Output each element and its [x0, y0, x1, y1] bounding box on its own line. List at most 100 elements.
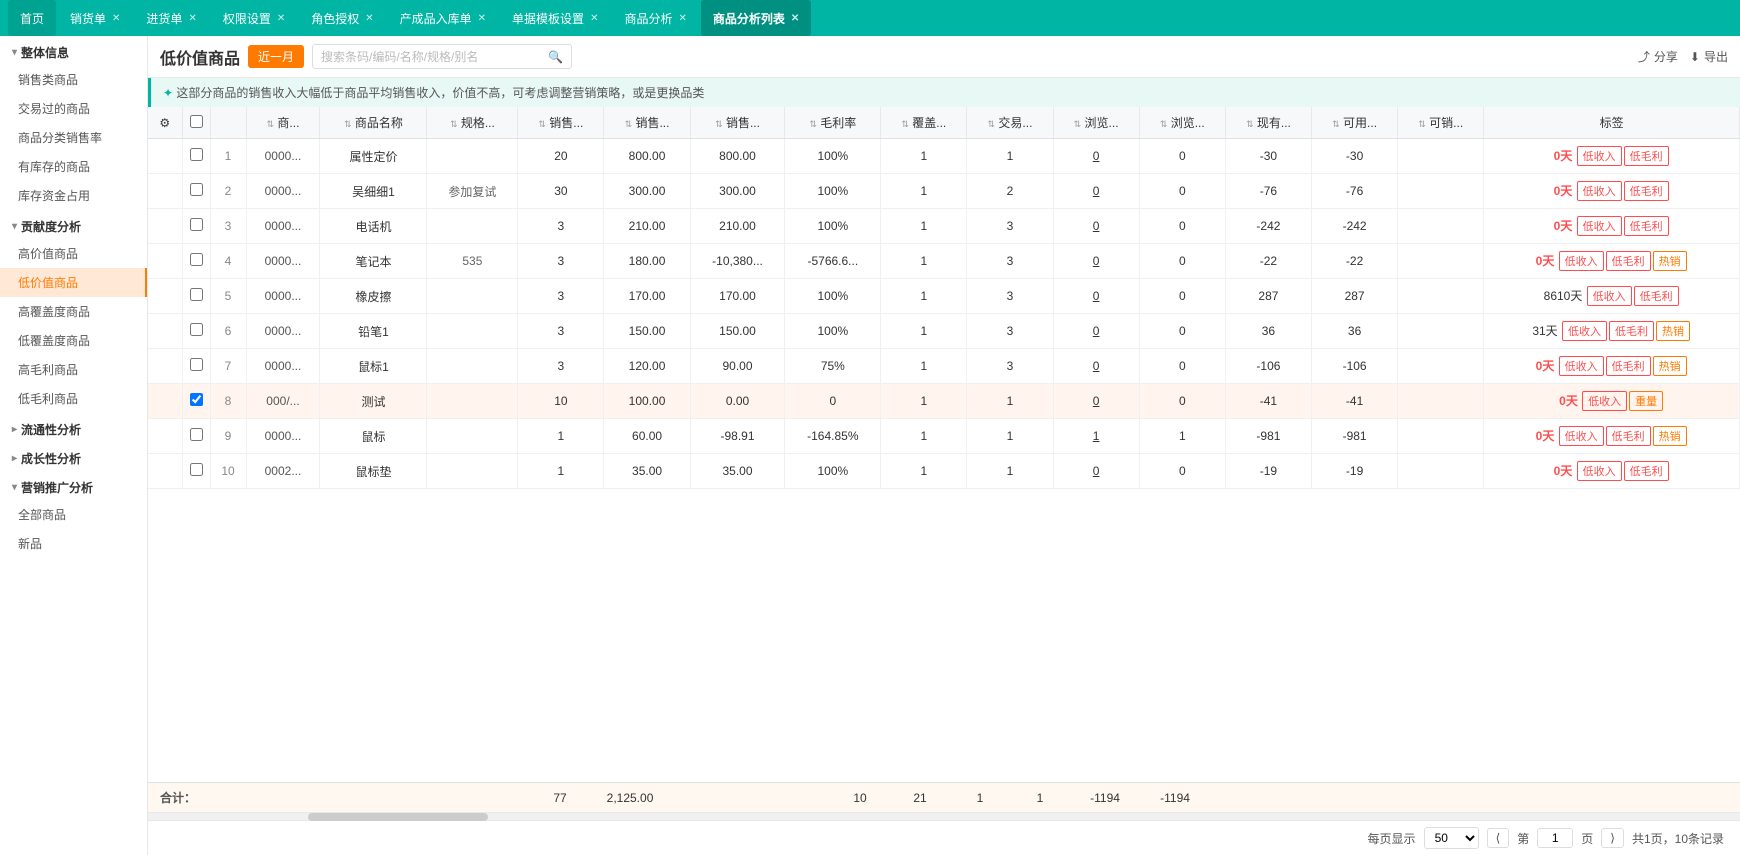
- nav-product-entry[interactable]: 产成品入库单 ✕: [388, 0, 498, 36]
- browse1-value[interactable]: 0: [1093, 219, 1100, 233]
- nav-product-analysis[interactable]: 商品分析 ✕: [612, 0, 698, 36]
- row-checkbox[interactable]: [190, 253, 203, 266]
- code-cell[interactable]: 0000...: [246, 244, 320, 279]
- browse1-cell[interactable]: 0: [1053, 209, 1139, 244]
- browse1-cell[interactable]: 0: [1053, 349, 1139, 384]
- sidebar-group-liquidity[interactable]: ▸ 流通性分析: [0, 413, 147, 442]
- checkbox-cell[interactable]: [182, 244, 210, 279]
- nav-product-analysis-list-close[interactable]: ✕: [791, 13, 799, 24]
- sidebar-group-marketing[interactable]: ▾ 营销推广分析: [0, 471, 147, 500]
- browse1-value[interactable]: 0: [1093, 359, 1100, 373]
- name-cell[interactable]: 铅笔1: [320, 314, 427, 349]
- checkbox-cell[interactable]: [182, 454, 210, 489]
- spec-column-header[interactable]: ⇅ 规格...: [427, 107, 518, 139]
- sidebar-item-inventory-goods[interactable]: 有库存的商品: [0, 152, 147, 181]
- code-column-header[interactable]: ⇅ 商...: [246, 107, 320, 139]
- checkbox-column-header[interactable]: [182, 107, 210, 139]
- sidebar-group-overall[interactable]: ▾ 整体信息: [0, 36, 147, 65]
- sales-profit-column-header[interactable]: ⇅ 销售...: [690, 107, 785, 139]
- code-cell[interactable]: 0000...: [246, 139, 320, 174]
- sidebar-item-high-profit[interactable]: 高毛利商品: [0, 355, 147, 384]
- row-checkbox[interactable]: [190, 148, 203, 161]
- settings-column-header[interactable]: ⚙: [148, 107, 182, 139]
- nav-sales-order-close[interactable]: ✕: [112, 13, 120, 24]
- export-button[interactable]: ⬇ 导出: [1690, 48, 1728, 65]
- checkbox-cell[interactable]: [182, 139, 210, 174]
- row-checkbox[interactable]: [190, 358, 203, 371]
- browse1-cell[interactable]: 0: [1053, 279, 1139, 314]
- nav-role-auth[interactable]: 角色授权 ✕: [299, 0, 385, 36]
- sales-amount-column-header[interactable]: ⇅ 销售...: [604, 107, 690, 139]
- browse1-cell[interactable]: 0: [1053, 174, 1139, 209]
- name-cell[interactable]: 笔记本: [320, 244, 427, 279]
- checkbox-cell[interactable]: [182, 314, 210, 349]
- name-cell[interactable]: 鼠标垫: [320, 454, 427, 489]
- browse1-value[interactable]: 1: [1093, 429, 1100, 443]
- sidebar-item-low-profit[interactable]: 低毛利商品: [0, 384, 147, 413]
- code-cell[interactable]: 000/...: [246, 384, 320, 419]
- browse1-cell[interactable]: 0: [1053, 244, 1139, 279]
- search-icon[interactable]: 🔍: [548, 50, 563, 64]
- nav-product-entry-close[interactable]: ✕: [478, 13, 486, 24]
- nav-role-auth-close[interactable]: ✕: [365, 13, 373, 24]
- nav-sales-order[interactable]: 销货单 ✕: [58, 0, 132, 36]
- nav-permissions-close[interactable]: ✕: [277, 13, 285, 24]
- sidebar-item-new-goods[interactable]: 新品: [0, 529, 147, 558]
- code-cell[interactable]: 0000...: [246, 349, 320, 384]
- browse1-cell[interactable]: 0: [1053, 139, 1139, 174]
- next-page-button[interactable]: ⟩: [1601, 828, 1624, 848]
- nav-permissions[interactable]: 权限设置 ✕: [211, 0, 297, 36]
- name-column-header[interactable]: ⇅ 商品名称: [320, 107, 427, 139]
- nav-home[interactable]: 首页: [8, 0, 56, 36]
- sales-qty-column-header[interactable]: ⇅ 销售...: [518, 107, 604, 139]
- browse2-column-header[interactable]: ⇅ 浏览...: [1139, 107, 1225, 139]
- browse1-value[interactable]: 0: [1093, 394, 1100, 408]
- browse1-value[interactable]: 0: [1093, 149, 1100, 163]
- sidebar-group-growth[interactable]: ▸ 成长性分析: [0, 442, 147, 471]
- name-cell[interactable]: 鼠标: [320, 419, 427, 454]
- select-all-checkbox[interactable]: [190, 115, 203, 128]
- row-checkbox[interactable]: [190, 428, 203, 441]
- code-cell[interactable]: 0000...: [246, 174, 320, 209]
- row-checkbox[interactable]: [190, 323, 203, 336]
- available-column-header[interactable]: ⇅ 可用...: [1312, 107, 1398, 139]
- name-cell[interactable]: 测试: [320, 384, 427, 419]
- filter-recent-month-button[interactable]: 近一月: [248, 45, 304, 68]
- trade-count-column-header[interactable]: ⇅ 交易...: [967, 107, 1053, 139]
- checkbox-cell[interactable]: [182, 279, 210, 314]
- browse1-value[interactable]: 0: [1093, 289, 1100, 303]
- nav-template-settings[interactable]: 单据模板设置 ✕: [500, 0, 610, 36]
- gross-rate-column-header[interactable]: ⇅ 毛利率: [785, 107, 881, 139]
- search-box[interactable]: 搜索条码/编码/名称/规格/别名 🔍: [312, 44, 572, 69]
- browse1-cell[interactable]: 0: [1053, 454, 1139, 489]
- nav-product-analysis-list[interactable]: 商品分析列表 ✕: [701, 0, 811, 36]
- sidebar-item-low-coverage[interactable]: 低覆盖度商品: [0, 326, 147, 355]
- browse1-cell[interactable]: 0: [1053, 314, 1139, 349]
- per-page-select[interactable]: 50 100 200: [1424, 827, 1479, 849]
- nav-purchase-order[interactable]: 进货单 ✕: [134, 0, 208, 36]
- sidebar-item-inventory-capital[interactable]: 库存资金占用: [0, 181, 147, 210]
- coverage-column-header[interactable]: ⇅ 覆盖...: [881, 107, 967, 139]
- browse1-cell[interactable]: 1: [1053, 419, 1139, 454]
- sidebar-item-sales-goods[interactable]: 销售类商品: [0, 65, 147, 94]
- browse1-column-header[interactable]: ⇅ 浏览...: [1053, 107, 1139, 139]
- sidebar-item-category-sales-rate[interactable]: 商品分类销售率: [0, 123, 147, 152]
- nav-product-analysis-close[interactable]: ✕: [678, 13, 686, 24]
- code-cell[interactable]: 0000...: [246, 209, 320, 244]
- browse1-value[interactable]: 0: [1093, 254, 1100, 268]
- name-cell[interactable]: 鼠标1: [320, 349, 427, 384]
- sidebar-item-traded-goods[interactable]: 交易过的商品: [0, 94, 147, 123]
- checkbox-cell[interactable]: [182, 209, 210, 244]
- name-cell[interactable]: 电话机: [320, 209, 427, 244]
- sellable-column-header[interactable]: ⇅ 可销...: [1398, 107, 1484, 139]
- browse1-value[interactable]: 0: [1093, 324, 1100, 338]
- code-cell[interactable]: 0002...: [246, 454, 320, 489]
- current-column-header[interactable]: ⇅ 现有...: [1225, 107, 1311, 139]
- checkbox-cell[interactable]: [182, 419, 210, 454]
- code-cell[interactable]: 0000...: [246, 419, 320, 454]
- horizontal-scrollbar[interactable]: [148, 812, 1740, 820]
- scrollbar-thumb[interactable]: [308, 813, 488, 821]
- row-checkbox[interactable]: [190, 393, 203, 406]
- first-page-button[interactable]: ⟨: [1487, 828, 1510, 848]
- sidebar-item-low-value[interactable]: 低价值商品: [0, 268, 147, 297]
